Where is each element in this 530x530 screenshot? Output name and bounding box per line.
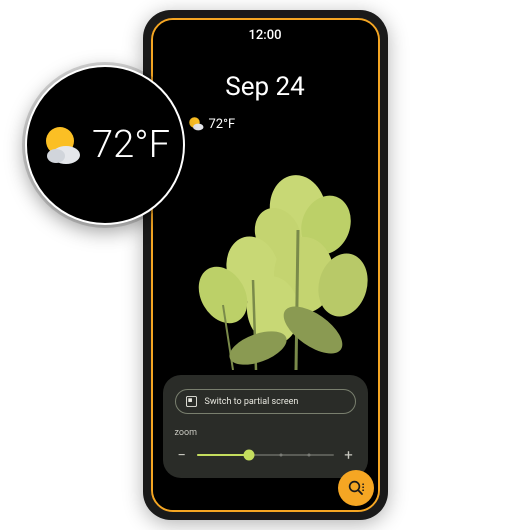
magnifier-fab[interactable] xyxy=(338,470,374,506)
screen: 12:00 Sep 24 72°F Switch to partial scre… xyxy=(151,18,380,512)
magnifier-icon xyxy=(347,479,365,497)
partial-screen-label: Switch to partial screen xyxy=(205,397,299,407)
magnification-panel: Switch to partial screen zoom − + xyxy=(163,375,368,478)
zoom-slider-thumb[interactable] xyxy=(243,450,254,461)
zoom-control: − + xyxy=(175,446,356,464)
zoom-in-button[interactable]: + xyxy=(342,446,356,464)
zoom-out-button[interactable]: − xyxy=(175,446,189,464)
weather-temperature: 72°F xyxy=(209,117,236,132)
callout-weather-icon xyxy=(40,123,84,167)
flower-wallpaper xyxy=(158,150,380,370)
partial-screen-icon xyxy=(186,396,197,407)
zoom-slider[interactable] xyxy=(197,454,334,456)
date-display[interactable]: Sep 24 xyxy=(153,72,378,102)
phone-frame: 12:00 Sep 24 72°F Switch to partial scre… xyxy=(143,10,388,520)
callout-temperature: 72°F xyxy=(92,123,170,167)
switch-partial-screen-button[interactable]: Switch to partial screen xyxy=(175,389,356,414)
zoom-tick xyxy=(307,454,310,457)
zoom-slider-fill xyxy=(197,454,249,456)
weather-icon xyxy=(187,115,205,133)
zoom-label: zoom xyxy=(175,428,356,438)
zoom-tick xyxy=(280,454,283,457)
status-time: 12:00 xyxy=(249,28,282,43)
magnified-weather-callout: 72°F xyxy=(25,65,185,225)
status-bar: 12:00 xyxy=(153,28,378,43)
weather-widget[interactable]: 72°F xyxy=(187,115,236,133)
